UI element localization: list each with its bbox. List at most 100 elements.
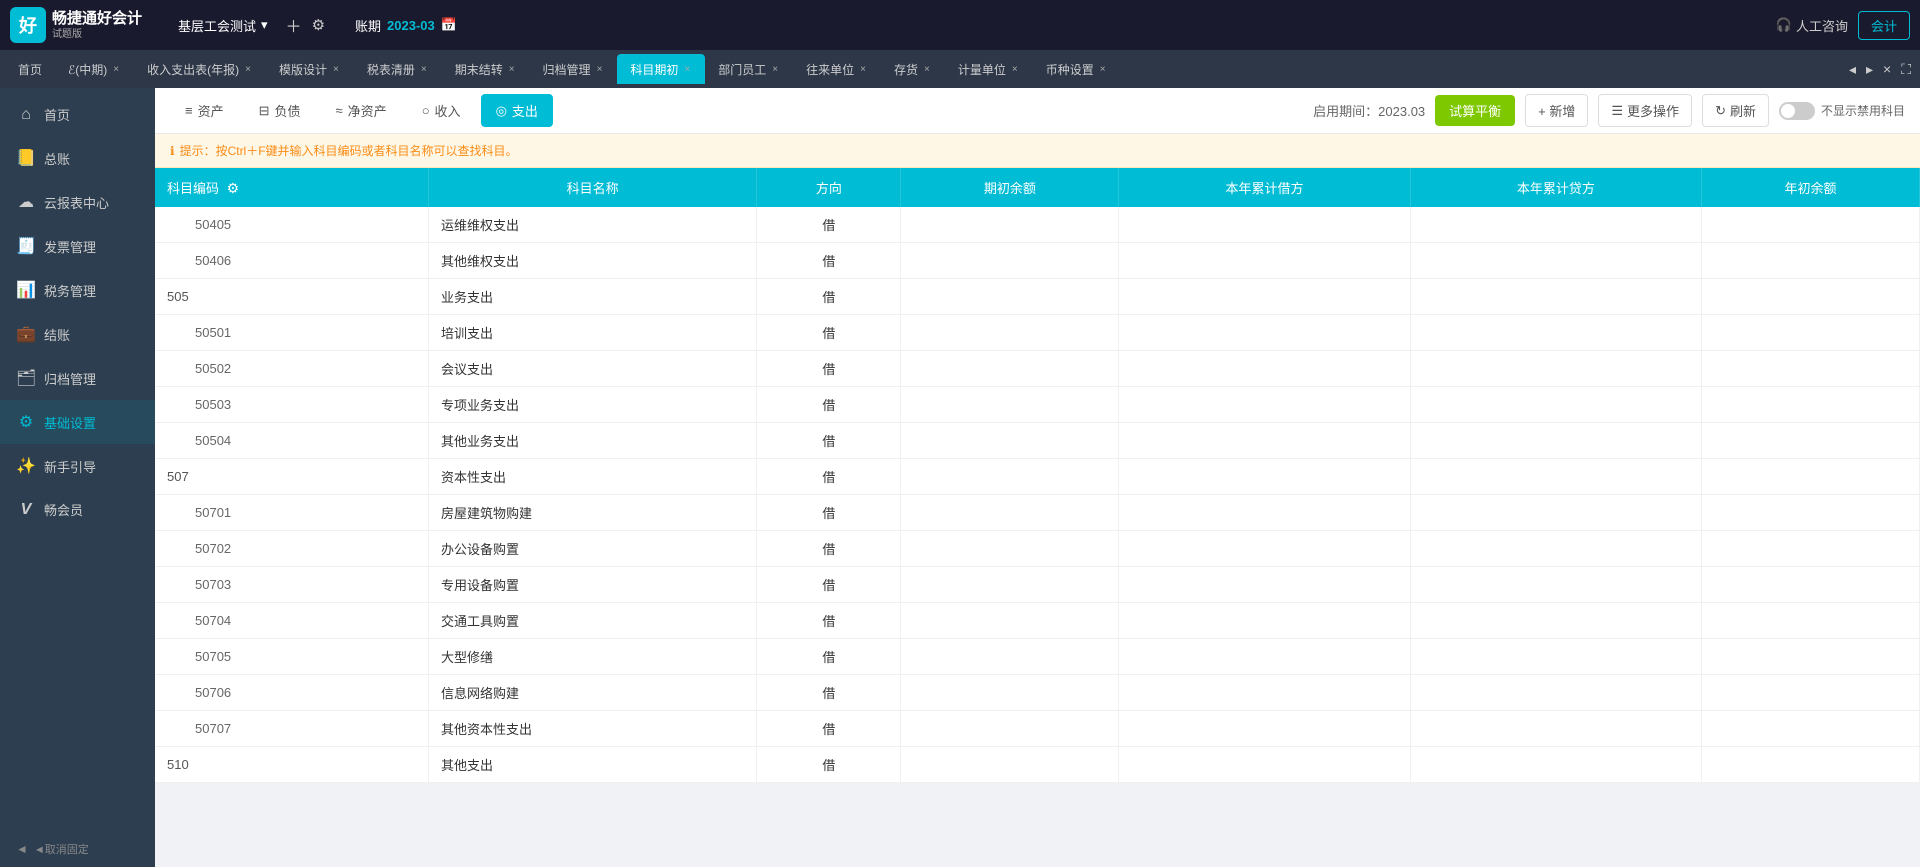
cell-ytd-debit <box>1119 567 1410 603</box>
invoice-icon: 🧾 <box>16 236 36 256</box>
tab-tax[interactable]: 税表清册 × <box>354 54 442 84</box>
cell-ytd-debit <box>1119 495 1410 531</box>
sub-tab-net-assets[interactable]: ≈ 净资产 <box>321 94 402 127</box>
tab-measure[interactable]: 计量单位 × <box>945 54 1033 84</box>
balance-button[interactable]: 试算平衡 <box>1435 95 1515 126</box>
net-assets-icon: ≈ <box>336 103 343 118</box>
tab-subject-period[interactable]: 科目期初 × <box>617 54 705 84</box>
table-row[interactable]: 50501 培训支出 借 <box>155 315 1920 351</box>
cell-ytd-credit <box>1410 423 1701 459</box>
sidebar-item-closing[interactable]: 💼 结账 <box>0 312 155 356</box>
table-row[interactable]: 50705 大型修缮 借 <box>155 639 1920 675</box>
cell-direction: 借 <box>757 567 901 603</box>
cell-ytd-debit <box>1119 639 1410 675</box>
cell-code: 50502 <box>155 351 429 387</box>
tab-close-income[interactable]: × <box>243 62 253 77</box>
sidebar-item-member[interactable]: V 畅会员 <box>0 488 155 531</box>
tab-period[interactable]: ℰ(中期) × <box>55 54 134 84</box>
disable-toggle[interactable] <box>1779 102 1815 120</box>
tab-currency[interactable]: 币种设置 × <box>1033 54 1121 84</box>
tabs-next-button[interactable]: ▸ <box>1862 57 1877 82</box>
table-row[interactable]: 50703 专用设备购置 借 <box>155 567 1920 603</box>
tab-close-tax[interactable]: × <box>419 62 429 77</box>
sub-tab-assets[interactable]: ≡ 资产 <box>170 94 239 127</box>
calendar-icon[interactable]: 📅 <box>441 17 457 33</box>
table-row[interactable]: 50701 房屋建筑物购建 借 <box>155 495 1920 531</box>
sidebar-item-tax[interactable]: 📊 税务管理 <box>0 268 155 312</box>
cell-name: 其他业务支出 <box>429 423 757 459</box>
table-row[interactable]: 50706 信息网络购建 借 <box>155 675 1920 711</box>
table-row[interactable]: 50406 其他维权支出 借 <box>155 243 1920 279</box>
table-row[interactable]: 50405 运维维权支出 借 <box>155 207 1920 243</box>
sub-tab-income[interactable]: ○ 收入 <box>407 94 476 127</box>
cell-name: 培训支出 <box>429 315 757 351</box>
cell-opening <box>901 387 1119 423</box>
tab-close-period-end[interactable]: × <box>507 62 517 77</box>
table-row[interactable]: 507 资本性支出 借 <box>155 459 1920 495</box>
cell-code: 50705 <box>155 639 429 675</box>
tab-close-inventory[interactable]: × <box>922 62 932 77</box>
company-selector[interactable]: 基层工会测试 ▾ <box>170 12 276 39</box>
account-button[interactable]: 会计 <box>1858 11 1910 40</box>
cell-year-start <box>1702 495 1920 531</box>
table-row[interactable]: 50707 其他资本性支出 借 <box>155 711 1920 747</box>
add-icon[interactable]: ＋ <box>286 13 302 37</box>
settings-icon[interactable]: ⚙ <box>312 16 325 34</box>
table-row[interactable]: 50704 交通工具购置 借 <box>155 603 1920 639</box>
tab-close-template[interactable]: × <box>331 62 341 77</box>
tab-close-period[interactable]: × <box>111 62 121 77</box>
refresh-icon: ↻ <box>1715 103 1726 119</box>
help-button[interactable]: 🎧 人工咨询 <box>1776 16 1848 35</box>
tab-close-archive[interactable]: × <box>595 62 605 77</box>
tabs-expand-button[interactable]: ⛶ <box>1897 57 1915 82</box>
cell-ytd-debit <box>1119 459 1410 495</box>
tab-close-currency[interactable]: × <box>1098 62 1108 77</box>
cell-ytd-credit <box>1410 207 1701 243</box>
table-row[interactable]: 50702 办公设备购置 借 <box>155 531 1920 567</box>
toggle-knob <box>1781 104 1795 118</box>
tab-period-end[interactable]: 期末结转 × <box>442 54 530 84</box>
sidebar-item-guide[interactable]: ✨ 新手引导 <box>0 444 155 488</box>
sidebar-item-home[interactable]: ⌂ 首页 <box>0 93 155 136</box>
table-row[interactable]: 505 业务支出 借 <box>155 279 1920 315</box>
cell-opening <box>901 603 1119 639</box>
column-settings-icon[interactable]: ⚙ <box>227 180 240 196</box>
sub-tab-expense[interactable]: ◎ 支出 <box>481 94 553 127</box>
hint-bar: ℹ 提示：按Ctrl＋F键并输入科目编码或者科目名称可以查找科目。 <box>155 134 1920 168</box>
cell-ytd-credit <box>1410 531 1701 567</box>
more-button[interactable]: ☰ 更多操作 <box>1598 94 1692 127</box>
add-button[interactable]: + 新增 <box>1525 94 1588 127</box>
cell-ytd-debit <box>1119 387 1410 423</box>
tab-archive[interactable]: 归档管理 × <box>530 54 618 84</box>
sub-tab-liabilities[interactable]: ⊟ 负债 <box>244 94 316 127</box>
tab-template[interactable]: 模版设计 × <box>266 54 354 84</box>
main-layout: ⌂ 首页 📒 总账 ☁ 云报表中心 🧾 发票管理 📊 税务管理 💼 结账 🗂 归… <box>0 88 1920 867</box>
refresh-button[interactable]: ↻ 刷新 <box>1702 94 1769 127</box>
tab-close-department[interactable]: × <box>770 62 780 77</box>
tabs-close-all-button[interactable]: × <box>1879 57 1895 81</box>
sidebar-item-settings[interactable]: ⚙ 基础设置 <box>0 400 155 444</box>
sidebar-item-archive[interactable]: 🗂 归档管理 <box>0 356 155 400</box>
cell-code: 507 <box>155 459 429 495</box>
tab-inventory[interactable]: 存货 × <box>881 54 945 84</box>
sidebar-item-report[interactable]: ☁ 云报表中心 <box>0 180 155 224</box>
tab-close-measure[interactable]: × <box>1010 62 1020 77</box>
table-row[interactable]: 50504 其他业务支出 借 <box>155 423 1920 459</box>
table-row[interactable]: 50503 专项业务支出 借 <box>155 387 1920 423</box>
table-row[interactable]: 50502 会议支出 借 <box>155 351 1920 387</box>
tab-income[interactable]: 收入支出表(年报) × <box>134 54 266 84</box>
sidebar-item-invoice[interactable]: 🧾 发票管理 <box>0 224 155 268</box>
tabs-prev-button[interactable]: ◂ <box>1845 57 1860 82</box>
tab-home[interactable]: 首页 <box>5 54 55 84</box>
cell-year-start <box>1702 423 1920 459</box>
table-row[interactable]: 510 其他支出 借 <box>155 747 1920 783</box>
tab-units[interactable]: 往来单位 × <box>793 54 881 84</box>
sidebar-item-ledger[interactable]: 📒 总账 <box>0 136 155 180</box>
sidebar-collapse-button[interactable]: ◄ ◄取消固定 <box>0 831 155 867</box>
cell-name: 专用设备购置 <box>429 567 757 603</box>
cell-ytd-credit <box>1410 639 1701 675</box>
tab-department[interactable]: 部门员工 × <box>705 54 793 84</box>
tab-close-units[interactable]: × <box>858 62 868 77</box>
tab-close-subject-period[interactable]: × <box>682 62 692 77</box>
cell-ytd-credit <box>1410 351 1701 387</box>
